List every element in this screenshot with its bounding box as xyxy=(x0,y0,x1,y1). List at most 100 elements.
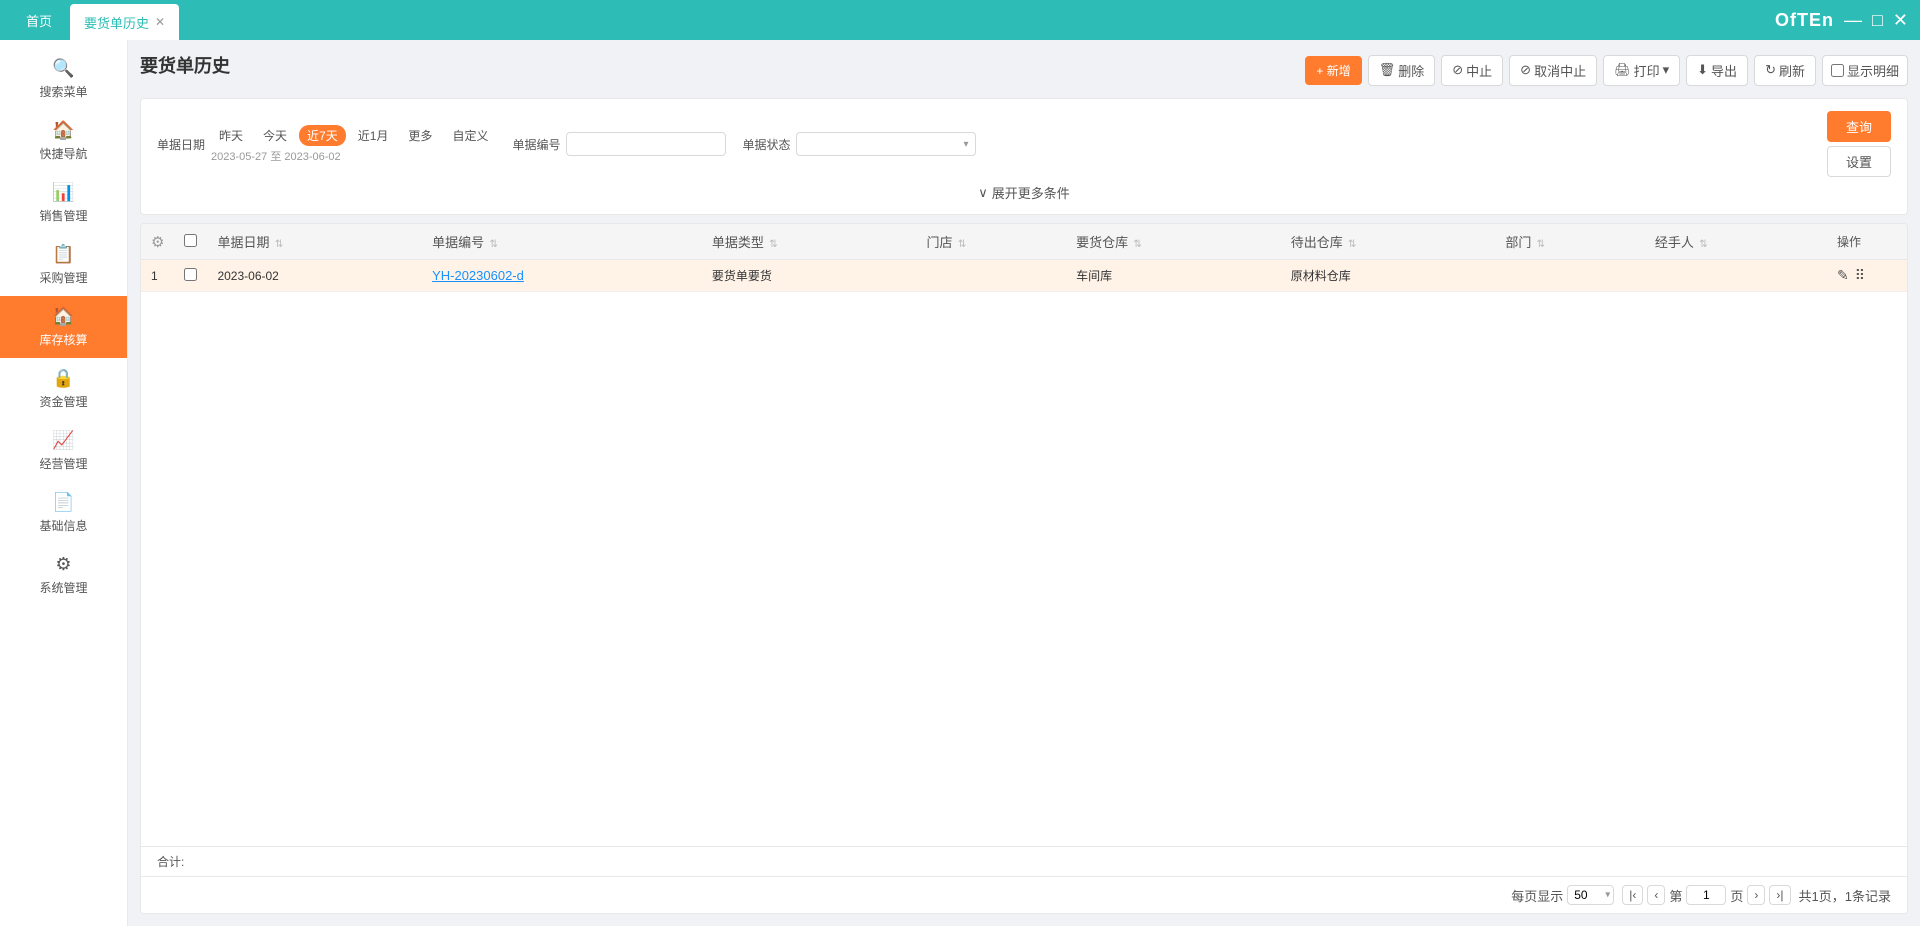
current-page-input[interactable] xyxy=(1686,885,1726,905)
sidebar-label-search: 搜索菜单 xyxy=(39,83,87,100)
checkbox-col-header xyxy=(174,224,207,260)
col-doc-type-label: 单据类型 xyxy=(712,235,764,250)
sidebar-item-operations[interactable]: 📈 经营管理 xyxy=(0,420,127,482)
maximize-icon[interactable]: □ xyxy=(1872,10,1883,31)
col-date-label: 单据日期 xyxy=(217,235,269,250)
sort-date-icon[interactable]: ⇅ xyxy=(275,239,283,250)
col-doc-type: 单据类型 ⇅ xyxy=(702,224,917,260)
new-button[interactable]: + 新增 xyxy=(1305,56,1361,85)
refresh-button[interactable]: ↻ 刷新 xyxy=(1754,55,1816,86)
settings-col-header: ⚙ xyxy=(141,224,174,260)
purchase-icon: 📋 xyxy=(52,244,74,265)
toolbar: + 新增 🗑 删除 ⊘ 中止 ⊘ 取消中止 🖨 打印 ▾ xyxy=(1305,55,1908,86)
search-icon: 🔍 xyxy=(52,58,74,79)
top-bar-right: OfTEn — □ ✕ xyxy=(1775,10,1908,31)
shortcut-today[interactable]: 今天 xyxy=(255,125,295,146)
sidebar-item-sales[interactable]: 📊 销售管理 xyxy=(0,172,127,234)
col-department-label: 部门 xyxy=(1505,235,1531,250)
col-warehouse-label: 要货仓库 xyxy=(1076,235,1128,250)
close-window-icon[interactable]: ✕ xyxy=(1893,10,1908,31)
sidebar-label-basicinfo: 基础信息 xyxy=(39,517,87,534)
col-doc-number-label: 单据编号 xyxy=(432,235,484,250)
sidebar-label-operations: 经营管理 xyxy=(39,455,87,472)
sort-dept-icon[interactable]: ⇅ xyxy=(1537,239,1545,250)
sort-docnumber-icon[interactable]: ⇅ xyxy=(489,239,497,250)
doc-number-link[interactable]: YH-20230602-d xyxy=(432,268,524,283)
sort-handler-icon[interactable]: ⇅ xyxy=(1699,239,1707,250)
column-settings-icon[interactable]: ⚙ xyxy=(151,234,164,251)
date-filter: 单据日期 昨天 今天 近7天 近1月 更多 自定义 2023-05-27 至 2… xyxy=(157,125,496,164)
setting-button[interactable]: 设置 xyxy=(1827,146,1891,177)
tab-active[interactable]: 要货单历史 ✕ xyxy=(70,4,179,40)
cancel-stop-button[interactable]: ⊘ 取消中止 xyxy=(1509,55,1597,86)
minimize-icon[interactable]: — xyxy=(1844,10,1862,31)
doc-number-input[interactable] xyxy=(566,132,726,156)
sidebar-label-quicknav: 快捷导航 xyxy=(39,145,87,162)
sidebar-item-basic-info[interactable]: 📄 基础信息 xyxy=(0,482,127,544)
row-handler xyxy=(1645,260,1827,292)
row-actions: ✎ ⠿ xyxy=(1827,260,1907,292)
sort-pending-icon[interactable]: ⇅ xyxy=(1348,239,1356,250)
last-page-button[interactable]: ›| xyxy=(1769,885,1790,905)
row-date: 2023-06-02 xyxy=(207,260,422,292)
tab-home[interactable]: 首页 xyxy=(12,0,66,40)
table-header-row: ⚙ 单据日期 ⇅ 单据编号 ⇅ xyxy=(141,224,1907,260)
sidebar-item-quicknav[interactable]: 🏠 快捷导航 xyxy=(0,110,127,172)
shortcut-custom[interactable]: 自定义 xyxy=(444,125,496,146)
first-page-button[interactable]: |‹ xyxy=(1622,885,1643,905)
doc-number-filter: 单据编号 xyxy=(512,132,726,156)
per-page-select[interactable]: 50 100 200 xyxy=(1567,885,1614,905)
print-button[interactable]: 🖨 打印 ▾ xyxy=(1603,55,1680,86)
expand-more-label: 展开更多条件 xyxy=(992,183,1070,202)
sales-icon: 📊 xyxy=(52,182,74,203)
operations-icon: 📈 xyxy=(52,430,74,451)
status-select[interactable] xyxy=(796,132,976,156)
row-checkbox[interactable] xyxy=(184,268,197,281)
row-pending-warehouse: 原材料仓库 xyxy=(1281,260,1496,292)
filter-row: 单据日期 昨天 今天 近7天 近1月 更多 自定义 2023-05-27 至 2… xyxy=(157,111,1891,177)
basicinfo-icon: 📄 xyxy=(52,492,74,513)
sidebar-item-purchase[interactable]: 📋 采购管理 xyxy=(0,234,127,296)
data-table: ⚙ 单据日期 ⇅ 单据编号 ⇅ xyxy=(141,224,1907,292)
filter-area: 单据日期 昨天 今天 近7天 近1月 更多 自定义 2023-05-27 至 2… xyxy=(140,98,1908,215)
shortcut-yesterday[interactable]: 昨天 xyxy=(211,125,251,146)
sidebar-item-inventory[interactable]: 🏠 库存核算 xyxy=(0,296,127,358)
export-button[interactable]: ⬇ 导出 xyxy=(1686,55,1748,86)
stop-button[interactable]: ⊘ 中止 xyxy=(1441,55,1503,86)
page-label: 第 xyxy=(1669,886,1682,905)
status-select-wrap: ▾ xyxy=(796,132,976,156)
expand-more-btn[interactable]: ∨ 展开更多条件 xyxy=(157,183,1891,202)
sort-doctype-icon[interactable]: ⇅ xyxy=(769,239,777,250)
finance-icon: 🔒 xyxy=(52,368,74,389)
delete-icon: 🗑 xyxy=(1379,62,1396,78)
row-checkbox-cell xyxy=(174,260,207,292)
col-store-label: 门店 xyxy=(927,235,953,250)
edit-icon[interactable]: ✎ xyxy=(1837,267,1849,284)
filter-actions: 查询 设置 xyxy=(1827,111,1891,177)
prev-page-button[interactable]: ‹ xyxy=(1647,885,1665,905)
delete-button[interactable]: 🗑 删除 xyxy=(1368,55,1436,86)
sort-store-icon[interactable]: ⇅ xyxy=(958,239,966,250)
shortcut-1month[interactable]: 近1月 xyxy=(350,125,397,146)
table-scroll[interactable]: ⚙ 单据日期 ⇅ 单据编号 ⇅ xyxy=(141,224,1907,846)
sidebar-label-purchase: 采购管理 xyxy=(39,269,87,286)
shortcut-more[interactable]: 更多 xyxy=(400,125,440,146)
shortcut-7days[interactable]: 近7天 xyxy=(299,125,346,146)
status-label: 单据状态 xyxy=(742,136,790,153)
sidebar-item-finance[interactable]: 🔒 资金管理 xyxy=(0,358,127,420)
sidebar-item-search[interactable]: 🔍 搜索菜单 xyxy=(0,48,127,110)
sidebar: 🔍 搜索菜单 🏠 快捷导航 📊 销售管理 📋 采购管理 🏠 库存核算 🔒 资金管… xyxy=(0,40,128,926)
display-cell-checkbox[interactable] xyxy=(1831,64,1844,77)
stop-icon: ⊘ xyxy=(1452,62,1463,78)
top-bar: 首页 要货单历史 ✕ OfTEn — □ ✕ xyxy=(0,0,1920,40)
system-icon: ⚙ xyxy=(55,554,71,575)
sort-warehouse-icon[interactable]: ⇅ xyxy=(1133,239,1141,250)
display-cell-label: 显示明细 xyxy=(1847,61,1899,80)
more-icon[interactable]: ⠿ xyxy=(1855,267,1865,284)
query-button[interactable]: 查询 xyxy=(1827,111,1891,142)
tab-close-icon[interactable]: ✕ xyxy=(155,15,165,29)
select-all-checkbox[interactable] xyxy=(184,234,197,247)
display-cell-button[interactable]: 显示明细 xyxy=(1822,55,1908,86)
sidebar-item-system[interactable]: ⚙ 系统管理 xyxy=(0,544,127,606)
next-page-button[interactable]: › xyxy=(1747,885,1765,905)
